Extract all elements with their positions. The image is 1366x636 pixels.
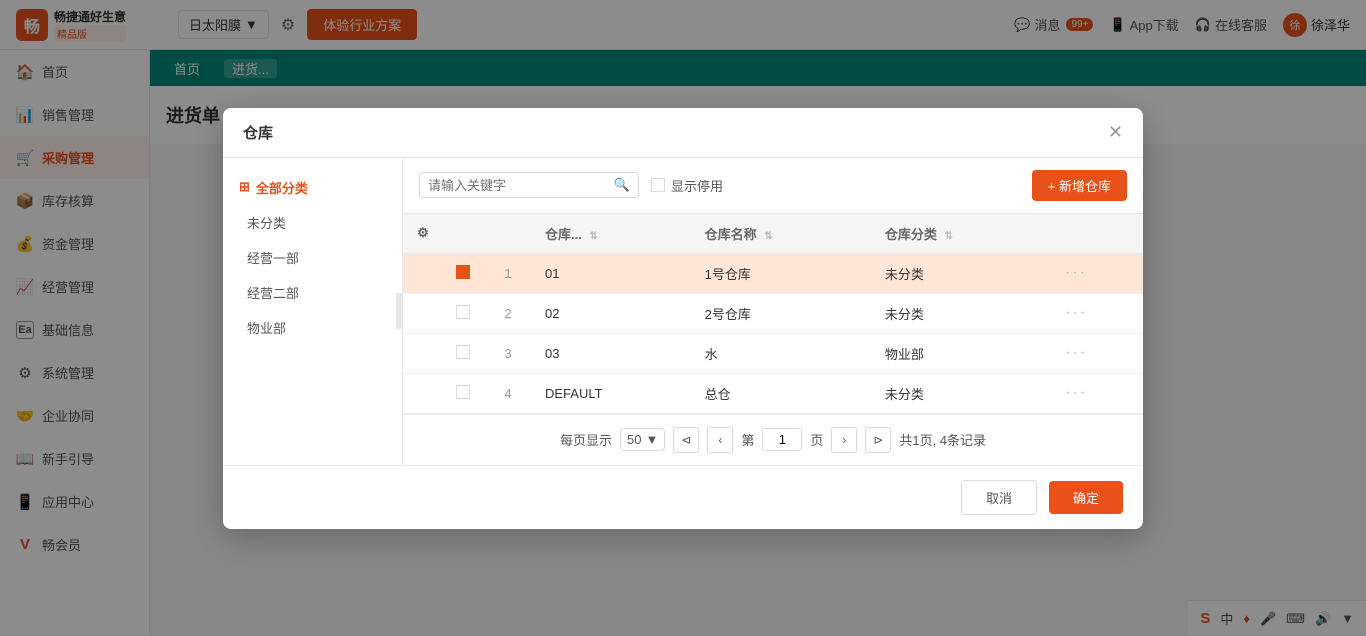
- table-header-row-num: [483, 214, 533, 254]
- modal-footer: 取消 确定: [223, 465, 1143, 529]
- row-num-3: 4: [483, 373, 533, 413]
- warehouse-modal: 仓库 ✕ ⊞ 全部分类 未分类 经营一部 经营二部: [223, 108, 1143, 529]
- row-category-3: 未分类: [873, 373, 1053, 413]
- table-row[interactable]: 1 01 1号仓库 未分类 ···: [403, 253, 1143, 293]
- row-code-3: DEFAULT: [533, 373, 693, 413]
- add-warehouse-button[interactable]: + 新增仓库: [1032, 170, 1127, 201]
- row-code-0: 01: [533, 253, 693, 293]
- modal-overlay: 仓库 ✕ ⊞ 全部分类 未分类 经营一部 经营二部: [0, 0, 1366, 636]
- category-item-dept1[interactable]: 经营一部: [223, 240, 402, 275]
- row-more-1[interactable]: ···: [1053, 293, 1143, 333]
- category-item-property[interactable]: 物业部: [223, 310, 402, 345]
- sort-name-icon: ⇅: [764, 231, 772, 242]
- row-category-2: 物业部: [873, 333, 1053, 373]
- modal-header: 仓库 ✕: [223, 108, 1143, 158]
- table-header-code[interactable]: 仓库... ⇅: [533, 214, 693, 254]
- row-num-0: 1: [483, 253, 533, 293]
- row-code-2: 03: [533, 333, 693, 373]
- table-header-name[interactable]: 仓库名称 ⇅: [693, 214, 873, 254]
- row-num-2: 3: [483, 333, 533, 373]
- table-row[interactable]: 2 02 2号仓库 未分类 ···: [403, 293, 1143, 333]
- category-item-unclassified[interactable]: 未分类: [223, 205, 402, 240]
- row-more-3[interactable]: ···: [1053, 373, 1143, 413]
- table-header-check: [443, 214, 483, 254]
- confirm-button[interactable]: 确定: [1049, 481, 1123, 514]
- sort-code-icon: ⇅: [589, 231, 597, 242]
- modal-toolbar: 🔍 显示停用 + 新增仓库: [403, 158, 1143, 214]
- all-categories-item[interactable]: ⊞ 全部分类: [223, 170, 402, 205]
- sort-category-icon: ⇅: [944, 231, 952, 242]
- row-name-0: 1号仓库: [693, 253, 873, 293]
- modal-close-button[interactable]: ✕: [1108, 122, 1123, 143]
- per-page-chevron-icon: ▼: [645, 432, 658, 447]
- table-header-actions: [1053, 214, 1143, 254]
- first-page-button[interactable]: ⊲: [673, 427, 699, 453]
- search-icon: 🔍: [614, 177, 630, 193]
- row-gear-1: [403, 293, 443, 333]
- search-input[interactable]: [428, 178, 608, 193]
- collapse-panel-button[interactable]: 《: [396, 293, 403, 329]
- prev-page-button[interactable]: ‹: [707, 427, 733, 453]
- table-row[interactable]: 4 DEFAULT 总仓 未分类 ···: [403, 373, 1143, 413]
- search-box: 🔍: [419, 172, 639, 198]
- warehouse-table: ⚙ 仓库... ⇅ 仓库名称 ⇅: [403, 214, 1143, 414]
- cancel-button[interactable]: 取消: [961, 480, 1037, 515]
- category-item-dept2[interactable]: 经营二部: [223, 275, 402, 310]
- page-number-input[interactable]: [762, 428, 802, 451]
- row-num-1: 2: [483, 293, 533, 333]
- modal-title: 仓库: [243, 122, 273, 143]
- table-header-category[interactable]: 仓库分类 ⇅: [873, 214, 1053, 254]
- table-header-gear: ⚙: [403, 214, 443, 254]
- row-category-0: 未分类: [873, 253, 1053, 293]
- row-name-3: 总仓: [693, 373, 873, 413]
- modal-body: ⊞ 全部分类 未分类 经营一部 经营二部 物业部 《: [223, 158, 1143, 465]
- last-page-button[interactable]: ⊳: [865, 427, 891, 453]
- row-gear-0: [403, 253, 443, 293]
- table-header-row: ⚙ 仓库... ⇅ 仓库名称 ⇅: [403, 214, 1143, 254]
- row-more-2[interactable]: ···: [1053, 333, 1143, 373]
- row-gear-2: [403, 333, 443, 373]
- row-check-3[interactable]: [443, 373, 483, 413]
- row-category-1: 未分类: [873, 293, 1053, 333]
- category-panel: ⊞ 全部分类 未分类 经营一部 经营二部 物业部 《: [223, 158, 403, 465]
- row-more-0[interactable]: ···: [1053, 253, 1143, 293]
- row-name-1: 2号仓库: [693, 293, 873, 333]
- modal-pagination: 每页显示 50 ▼ ⊲ ‹ 第 页 › ⊳ 共1页, 4条记录: [403, 414, 1143, 465]
- row-gear-3: [403, 373, 443, 413]
- row-code-1: 02: [533, 293, 693, 333]
- next-page-button[interactable]: ›: [831, 427, 857, 453]
- show-disabled-checkbox[interactable]: 显示停用: [651, 176, 723, 195]
- grid-icon: ⊞: [239, 179, 250, 195]
- table-row[interactable]: 3 03 水 物业部 ···: [403, 333, 1143, 373]
- disabled-checkbox[interactable]: [651, 178, 665, 192]
- row-check-2[interactable]: [443, 333, 483, 373]
- per-page-select[interactable]: 50 ▼: [620, 428, 665, 451]
- gear-header-icon: ⚙: [417, 225, 429, 240]
- row-name-2: 水: [693, 333, 873, 373]
- row-check-0[interactable]: [443, 253, 483, 293]
- row-check-1[interactable]: [443, 293, 483, 333]
- content-panel: 🔍 显示停用 + 新增仓库 ⚙: [403, 158, 1143, 465]
